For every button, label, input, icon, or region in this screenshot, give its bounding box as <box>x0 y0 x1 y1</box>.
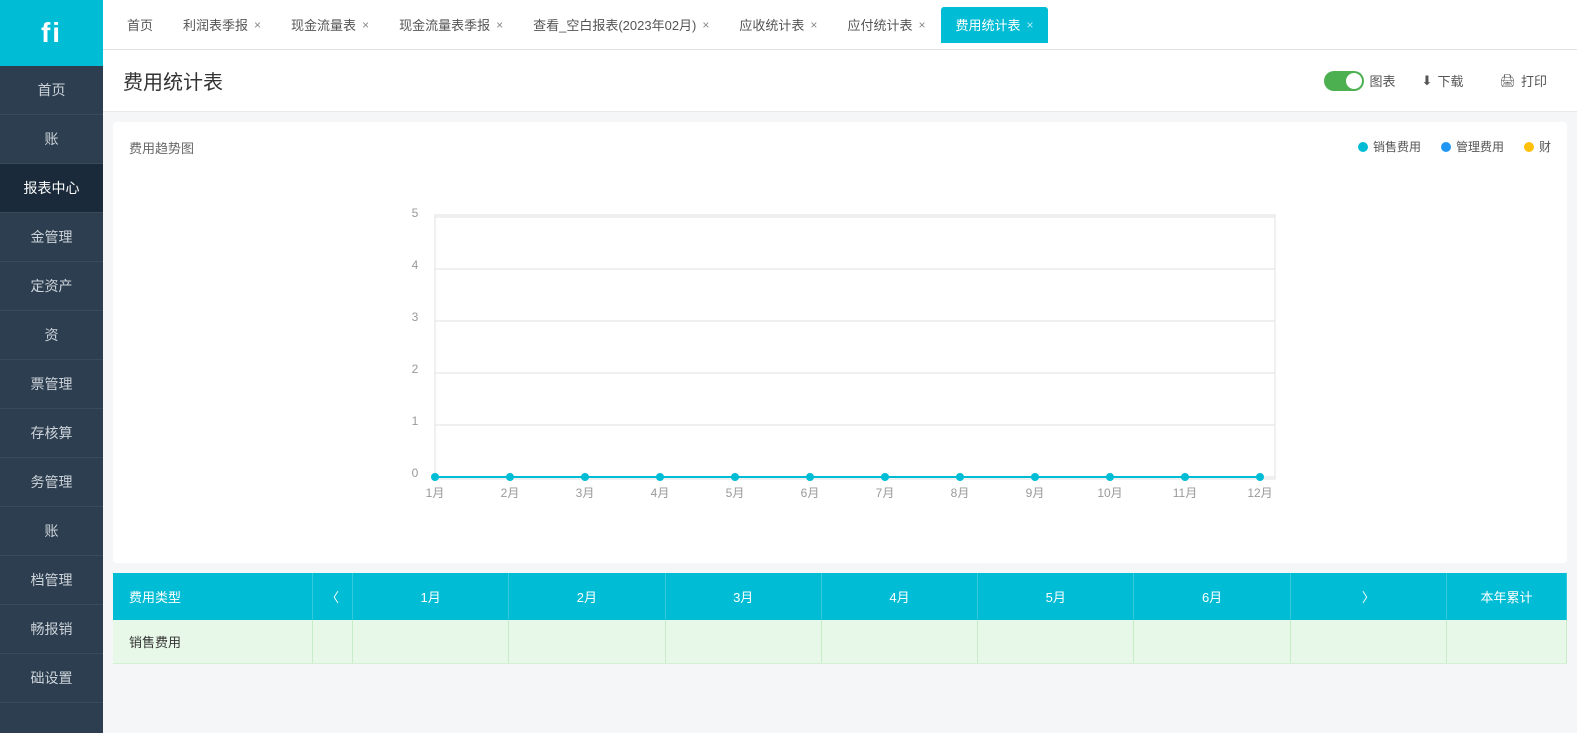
svg-text:11月: 11月 <box>1173 486 1197 500</box>
sidebar-item-home[interactable]: 首页 <box>0 66 103 115</box>
table-header-type: 费用类型 <box>113 573 313 620</box>
svg-text:9月: 9月 <box>1026 486 1045 500</box>
svg-text:7月: 7月 <box>876 486 895 500</box>
header-actions: 图表 ⬇ 下载 🖨 打印 <box>1324 66 1557 95</box>
svg-text:0: 0 <box>412 466 419 480</box>
tab-close-cashflow-quarter[interactable]: × <box>496 18 503 32</box>
svg-text:2: 2 <box>412 362 419 376</box>
legend-finance: 财 <box>1524 138 1551 155</box>
print-icon: 🖨 <box>1499 73 1516 89</box>
svg-text:3月: 3月 <box>576 486 595 500</box>
tab-payable[interactable]: 应付统计表 × <box>833 7 939 43</box>
table-header-row: 费用类型 〈 1月 2月 3月 4月 5月 6月 〉 本年累计 <box>113 573 1567 620</box>
svg-text:2月: 2月 <box>501 486 520 500</box>
chart-container: 0 1 2 3 4 5 <box>129 167 1551 547</box>
svg-text:10月: 10月 <box>1097 486 1122 500</box>
table-header-mar: 3月 <box>666 573 822 620</box>
tab-close-payable[interactable]: × <box>918 18 925 32</box>
svg-text:1月: 1月 <box>426 486 445 500</box>
table-cell-may <box>978 620 1134 663</box>
table-header-feb: 2月 <box>509 573 665 620</box>
legend-sales: 销售费用 <box>1358 138 1421 155</box>
chart-toggle[interactable] <box>1324 71 1364 91</box>
table-header-next[interactable]: 〉 <box>1291 573 1447 620</box>
table-cell-feb <box>509 620 665 663</box>
svg-text:5月: 5月 <box>726 486 745 500</box>
sidebar-item-expense[interactable]: 畅报销 <box>0 605 103 654</box>
svg-text:1: 1 <box>412 414 419 428</box>
tab-blank-report[interactable]: 查看_空白报表(2023年02月) × <box>519 7 723 43</box>
page-content: 费用统计表 图表 ⬇ 下载 🖨 打印 费用趋势图 <box>103 50 1577 733</box>
chart-toggle-label: 图表 <box>1370 71 1396 90</box>
chart-svg: 0 1 2 3 4 5 <box>179 177 1511 507</box>
tab-home[interactable]: 首页 <box>113 7 167 43</box>
main-area: 首页 利润表季报 × 现金流量表 × 现金流量表季报 × 查看_空白报表(202… <box>103 0 1577 733</box>
table-section: 费用类型 〈 1月 2月 3月 4月 5月 6月 〉 本年累计 销售费用 <box>113 573 1567 664</box>
tab-profit-quarter[interactable]: 利润表季报 × <box>169 7 275 43</box>
tab-receivable[interactable]: 应收统计表 × <box>725 7 831 43</box>
svg-text:12月: 12月 <box>1247 486 1272 500</box>
sidebar-item-assets[interactable]: 定资产 <box>0 262 103 311</box>
svg-text:6月: 6月 <box>801 486 820 500</box>
legend-dot-finance <box>1524 142 1534 152</box>
sidebar-item-inventory[interactable]: 存核算 <box>0 409 103 458</box>
table-row: 销售费用 <box>113 620 1567 664</box>
tab-close-receivable[interactable]: × <box>810 18 817 32</box>
tab-close-blank-report[interactable]: × <box>702 18 709 32</box>
svg-text:8月: 8月 <box>951 486 970 500</box>
sidebar: fi 首页 账 报表中心 金管理 定资产 资 票管理 存核算 务管理 账 档管理… <box>0 0 103 733</box>
svg-text:4: 4 <box>412 258 419 272</box>
tab-cashflow-quarter[interactable]: 现金流量表季报 × <box>385 7 517 43</box>
legend-management: 管理费用 <box>1441 138 1504 155</box>
table-cell-mar <box>666 620 822 663</box>
table-header-prev[interactable]: 〈 <box>313 573 353 620</box>
sidebar-item-reports[interactable]: 报表中心 <box>0 164 103 213</box>
tab-close-cashflow[interactable]: × <box>362 18 369 32</box>
legend-dot-sales <box>1358 142 1368 152</box>
tab-bar: 首页 利润表季报 × 现金流量表 × 现金流量表季报 × 查看_空白报表(202… <box>103 0 1577 50</box>
chart-title: 费用趋势图 <box>129 138 194 157</box>
tab-cashflow[interactable]: 现金流量表 × <box>277 7 383 43</box>
table-header-ytd: 本年累计 <box>1447 573 1567 620</box>
table-cell-next <box>1291 620 1447 663</box>
sidebar-item-service[interactable]: 务管理 <box>0 458 103 507</box>
table-cell-ytd <box>1447 620 1567 663</box>
svg-text:4月: 4月 <box>651 486 670 500</box>
sidebar-item-archive[interactable]: 档管理 <box>0 556 103 605</box>
table-cell-type: 销售费用 <box>113 620 313 663</box>
sidebar-item-settings[interactable]: 础设置 <box>0 654 103 703</box>
sidebar-item-ledger[interactable]: 账 <box>0 507 103 556</box>
table-header-jun: 6月 <box>1134 573 1290 620</box>
download-button[interactable]: ⬇ 下载 <box>1412 66 1474 95</box>
tab-close-expense-stats[interactable]: × <box>1026 18 1033 32</box>
tab-expense-stats[interactable]: 费用统计表 × <box>941 7 1047 43</box>
page-title: 费用统计表 <box>123 66 223 95</box>
sidebar-item-invoice[interactable]: 票管理 <box>0 360 103 409</box>
sidebar-logo: fi <box>0 0 103 66</box>
table-header-may: 5月 <box>978 573 1134 620</box>
table-cell-nav <box>313 620 353 663</box>
table-header-jan: 1月 <box>353 573 509 620</box>
chart-section: 费用趋势图 销售费用 管理费用 财 <box>113 122 1567 563</box>
sidebar-item-account[interactable]: 账 <box>0 115 103 164</box>
svg-text:5: 5 <box>412 206 419 220</box>
sidebar-item-cash[interactable]: 金管理 <box>0 213 103 262</box>
page-header: 费用统计表 图表 ⬇ 下载 🖨 打印 <box>103 50 1577 112</box>
chart-legend: 销售费用 管理费用 财 <box>1358 138 1551 155</box>
table-cell-jan <box>353 620 509 663</box>
legend-dot-management <box>1441 142 1451 152</box>
svg-text:3: 3 <box>412 310 419 324</box>
print-button[interactable]: 🖨 打印 <box>1489 66 1557 95</box>
table-header-apr: 4月 <box>822 573 978 620</box>
download-icon: ⬇ <box>1422 73 1433 89</box>
tab-close-profit-quarter[interactable]: × <box>254 18 261 32</box>
chart-toggle-group: 图表 <box>1324 71 1396 91</box>
table-cell-jun <box>1134 620 1290 663</box>
table-cell-apr <box>822 620 978 663</box>
sidebar-item-capital[interactable]: 资 <box>0 311 103 360</box>
